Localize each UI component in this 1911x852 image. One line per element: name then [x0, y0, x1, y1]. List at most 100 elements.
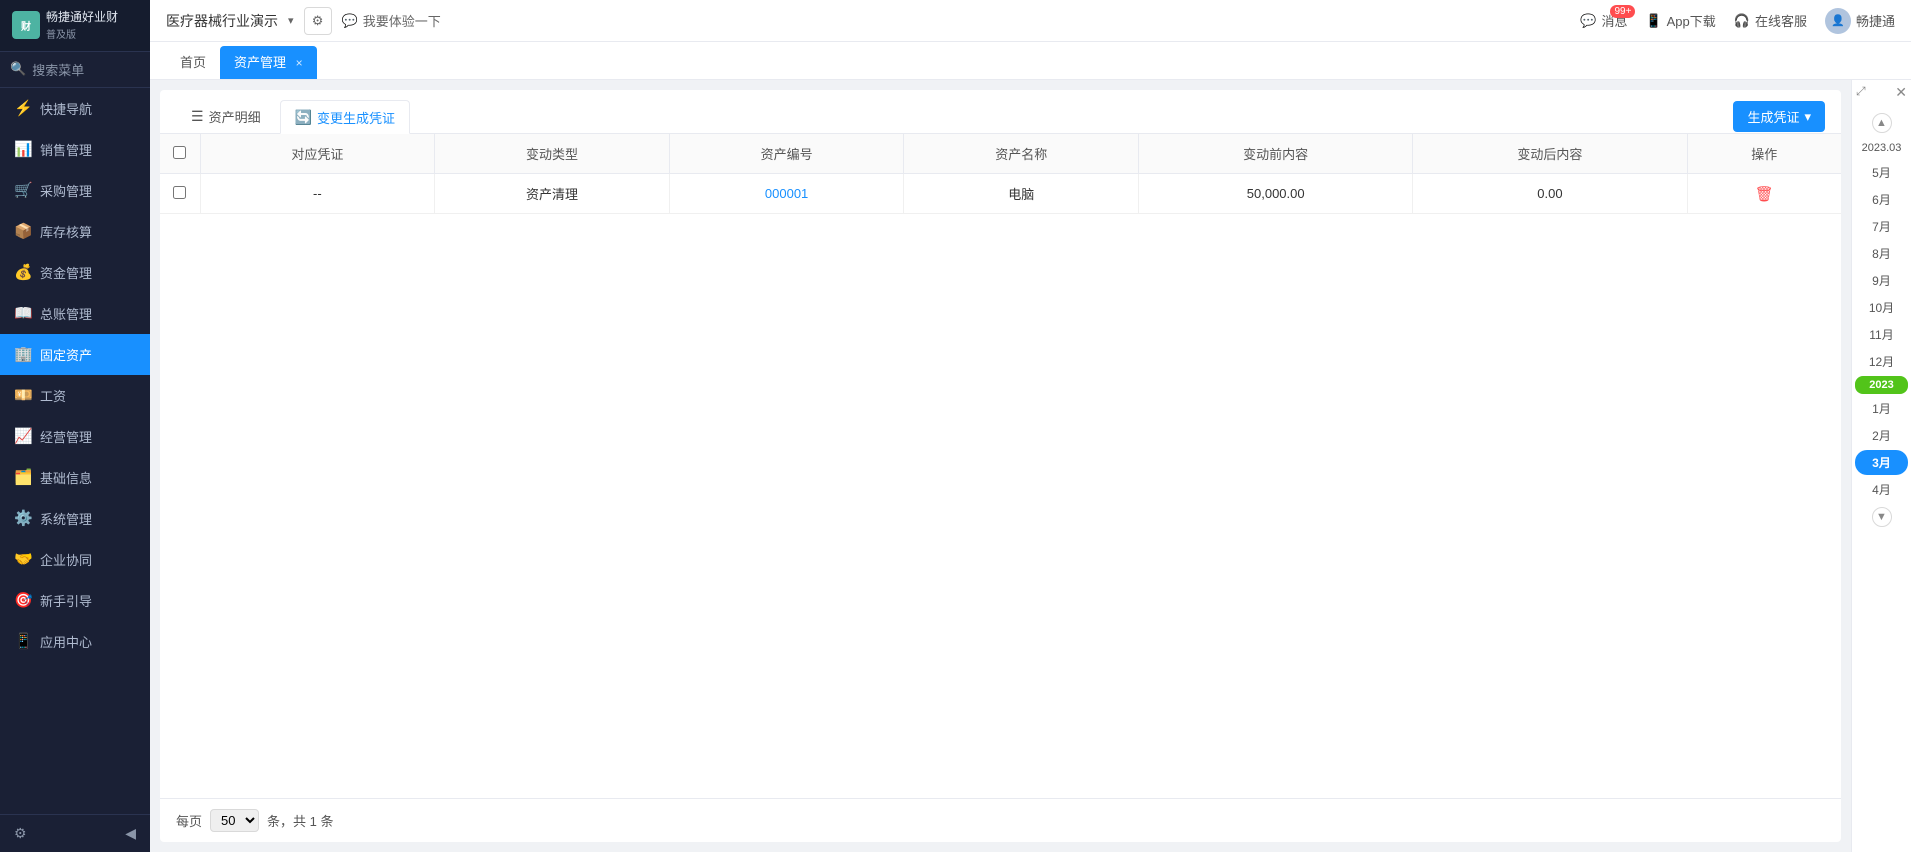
app-logo-text: 畅捷通好业财 普及版 [46, 10, 118, 41]
sidebar-item-ledger[interactable]: 📖 总账管理 [0, 293, 150, 334]
search-menu-label: 搜索菜单 [32, 60, 84, 79]
main-wrapper: 医疗器械行业演示 ▾ ⚙ 💬 我要体验一下 💬 消息 99+ 📱 App下载 🎧… [150, 0, 1911, 852]
cal-month-4[interactable]: 4月 [1855, 477, 1908, 502]
capital-icon: 💰 [14, 263, 32, 281]
sub-tab-asset-detail-label: 资产明细 [209, 107, 261, 126]
sidebar-item-basic-info[interactable]: 🗂️ 基础信息 [0, 457, 150, 498]
per-page-label: 每页 [176, 811, 202, 830]
salary-icon: 💴 [14, 386, 32, 404]
company-dropdown[interactable]: ▾ [288, 14, 294, 27]
tab-home[interactable]: 首页 [166, 46, 220, 79]
generate-btn-dropdown-icon: ▾ [1804, 109, 1811, 125]
fixed-assets-icon: 🏢 [14, 345, 32, 363]
user-menu[interactable]: 👤 畅捷通 [1825, 8, 1895, 34]
page-size-select[interactable]: 50 [210, 809, 259, 832]
collapse-icon[interactable]: ◀ [125, 825, 136, 842]
ledger-icon: 📖 [14, 304, 32, 322]
operations-icon: 📈 [14, 427, 32, 445]
scroll-up-btn[interactable]: ▲ [1872, 113, 1892, 133]
sidebar-item-capital[interactable]: 💰 资金管理 [0, 252, 150, 293]
sidebar-item-label: 快捷导航 [40, 99, 92, 118]
select-all-checkbox[interactable] [173, 146, 186, 159]
search-icon: 🔍 [10, 61, 26, 77]
cal-month-10[interactable]: 10月 [1855, 295, 1908, 320]
cal-month-7[interactable]: 7月 [1855, 214, 1908, 239]
cal-month-6[interactable]: 6月 [1855, 187, 1908, 212]
sidebar-item-quick-nav[interactable]: ⚡ 快捷导航 [0, 88, 150, 129]
tab-asset-management[interactable]: 资产管理 × [220, 46, 317, 79]
quick-nav-icon: ⚡ [14, 99, 32, 117]
scroll-down-btn[interactable]: ▼ [1872, 507, 1892, 527]
sidebar-item-label: 销售管理 [40, 140, 92, 159]
sidebar-item-label: 系统管理 [40, 509, 92, 528]
enterprise-icon: 🤝 [14, 550, 32, 568]
sub-tabs: ☰ 资产明细 🔄 变更生成凭证 生成凭证 ▾ [160, 90, 1841, 134]
sidebar-item-label: 企业协同 [40, 550, 92, 569]
generate-voucher-icon: 🔄 [295, 109, 312, 126]
customer-service-icon: 🎧 [1734, 13, 1750, 29]
sidebar-logo: 财 畅捷通好业财 普及版 [0, 0, 150, 52]
sidebar-item-guide[interactable]: 🎯 新手引导 [0, 580, 150, 621]
app-download-label: App下载 [1667, 11, 1716, 30]
col-before: 变动前内容 [1139, 134, 1413, 174]
cal-month-5[interactable]: 5月 [1855, 160, 1908, 185]
search-menu[interactable]: 🔍 搜索菜单 [0, 52, 150, 88]
sidebar-item-purchase[interactable]: 🛒 采购管理 [0, 170, 150, 211]
tab-close-icon[interactable]: × [296, 56, 303, 70]
sidebar-item-label: 基础信息 [40, 468, 92, 487]
app-download-btn[interactable]: 📱 App下载 [1645, 11, 1715, 30]
sub-tab-generate-voucher-label: 变更生成凭证 [317, 108, 395, 127]
sidebar-item-enterprise[interactable]: 🤝 企业协同 [0, 539, 150, 580]
cal-prev-year-label: 2023.03 [1855, 138, 1908, 158]
sidebar-item-label: 新手引导 [40, 591, 92, 610]
cal-month-1[interactable]: 1月 [1855, 396, 1908, 421]
basic-info-icon: 🗂️ [14, 468, 32, 486]
calendar-scroll: ▲ 2023.03 5月 6月 7月 8月 9月 10月 11月 12月 202… [1852, 106, 1911, 534]
messages-btn[interactable]: 💬 消息 99+ [1580, 11, 1627, 30]
row-checkbox[interactable] [173, 186, 186, 199]
sub-tab-generate-voucher[interactable]: 🔄 变更生成凭证 [280, 100, 410, 134]
experience-btn[interactable]: 💬 我要体验一下 [342, 11, 441, 30]
row-action-cell: 🗑 [1687, 174, 1841, 214]
expand-panel-btn[interactable]: ⤢ [1856, 84, 1866, 99]
col-asset-code: 资产编号 [669, 134, 904, 174]
app-download-icon: 📱 [1645, 13, 1661, 29]
avatar: 👤 [1825, 8, 1851, 34]
close-panel-btn[interactable]: ✕ [1895, 84, 1907, 101]
col-change-type: 变动类型 [435, 134, 670, 174]
cal-month-11[interactable]: 11月 [1855, 322, 1908, 347]
sidebar-item-operations[interactable]: 📈 经营管理 [0, 416, 150, 457]
col-voucher: 对应凭证 [200, 134, 435, 174]
sidebar-item-app-center[interactable]: 📱 应用中心 [0, 621, 150, 662]
sidebar-item-label: 采购管理 [40, 181, 92, 200]
sidebar-item-inventory[interactable]: 📦 库存核算 [0, 211, 150, 252]
customer-service-btn[interactable]: 🎧 在线客服 [1734, 11, 1807, 30]
cal-month-9[interactable]: 9月 [1855, 268, 1908, 293]
cal-month-12[interactable]: 12月 [1855, 349, 1908, 374]
sidebar-item-sales[interactable]: 📊 销售管理 [0, 129, 150, 170]
header-settings-btn[interactable]: ⚙ [304, 7, 332, 35]
generate-voucher-button[interactable]: 生成凭证 ▾ [1733, 101, 1825, 132]
cal-month-2[interactable]: 2月 [1855, 423, 1908, 448]
sidebar-item-label: 库存核算 [40, 222, 92, 241]
sidebar-item-label: 固定资产 [40, 345, 92, 364]
cal-current-year-label: 2023 [1855, 376, 1908, 394]
app-logo-icon: 财 [12, 11, 40, 39]
cal-month-3-current[interactable]: 3月 [1855, 450, 1908, 475]
inventory-icon: 📦 [14, 222, 32, 240]
cal-month-8[interactable]: 8月 [1855, 241, 1908, 266]
guide-icon: 🎯 [14, 591, 32, 609]
sidebar-item-system[interactable]: ⚙️ 系统管理 [0, 498, 150, 539]
col-asset-name: 资产名称 [904, 134, 1139, 174]
sidebar-item-salary[interactable]: 💴 工资 [0, 375, 150, 416]
row-delete-button[interactable]: 🗑 [1755, 185, 1774, 203]
row-asset-code[interactable]: 000001 [669, 174, 904, 214]
sub-tabs-left: ☰ 资产明细 🔄 变更生成凭证 [176, 100, 410, 133]
table-wrapper: 对应凭证 变动类型 资产编号 资产名称 变动前内容 变动后内容 操作 [160, 134, 1841, 798]
row-asset-name: 电脑 [904, 174, 1139, 214]
sub-tab-asset-detail[interactable]: ☰ 资产明细 [176, 100, 276, 133]
sidebar-item-fixed-assets[interactable]: 🏢 固定资产 [0, 334, 150, 375]
experience-label: 我要体验一下 [363, 11, 441, 30]
settings-icon[interactable]: ⚙ [14, 825, 27, 842]
content-main: ☰ 资产明细 🔄 变更生成凭证 生成凭证 ▾ [160, 90, 1841, 842]
